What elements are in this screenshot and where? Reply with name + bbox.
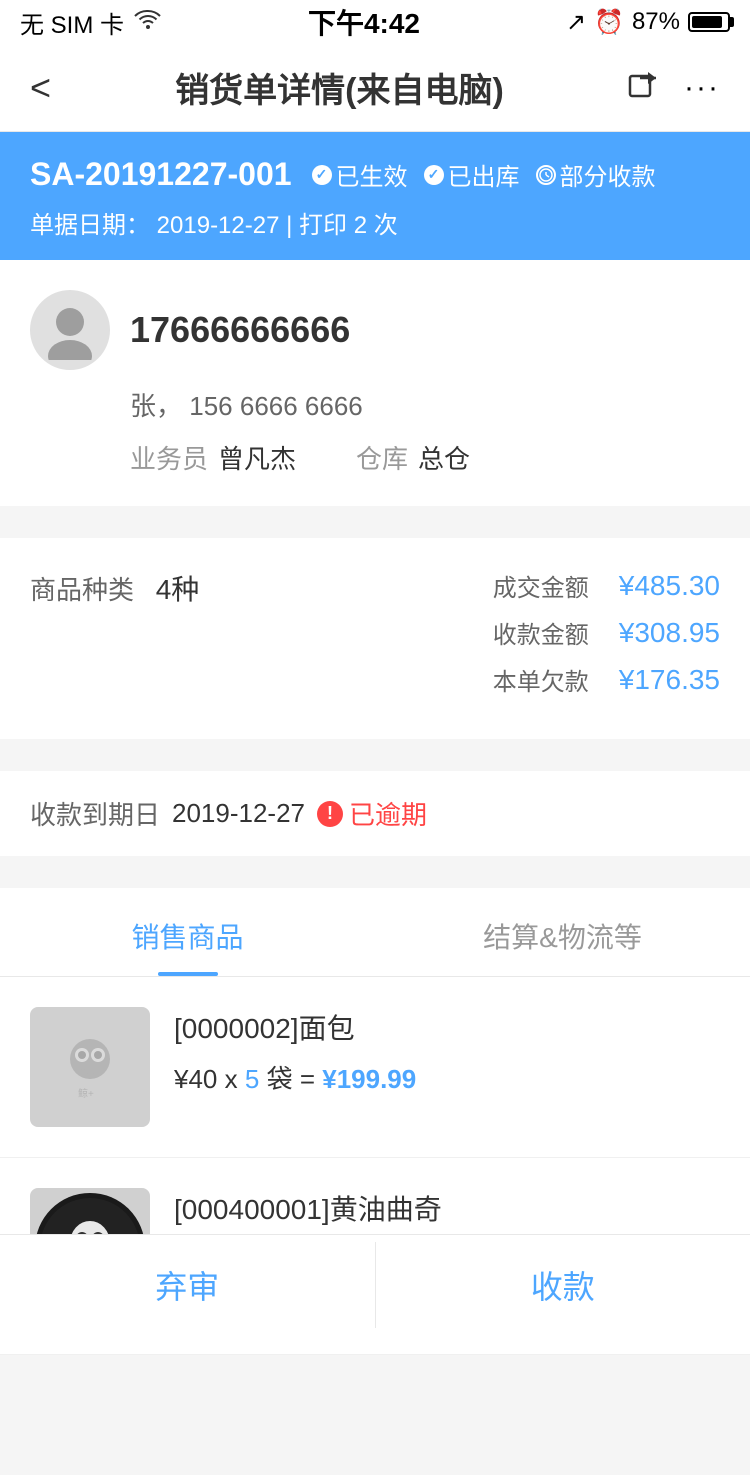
tabs-row: 销售商品 结算&物流等 [0, 888, 750, 977]
status-right: ↗ ⏰ 87% [566, 8, 730, 37]
check-icon-2: ✓ [424, 165, 444, 185]
product-name-1: [0000002]面包 [174, 1007, 720, 1047]
share-icon[interactable] [628, 68, 660, 108]
tabs-section: 销售商品 结算&物流等 [0, 888, 750, 977]
product-types: 商品种类 4种 [30, 568, 199, 608]
separator-3 [0, 856, 750, 872]
order-id: SA-20191227-001 [30, 156, 292, 193]
battery-icon [688, 12, 730, 32]
debt-value: ¥176.35 [619, 664, 720, 696]
clock-icon [536, 165, 556, 185]
deal-amount-value: ¥485.30 [619, 570, 720, 602]
header-banner: SA-20191227-001 ✓ 已生效 ✓ 已出库 部分收款 单据日期： 2… [0, 132, 750, 260]
nav-bar: < 销货单详情(来自电脑) ··· [0, 44, 750, 132]
page-title: 销货单详情(来自电脑) [175, 63, 504, 112]
stats-left: 商品种类 4种 [30, 568, 199, 616]
product-qty-1: 5 [245, 1064, 259, 1094]
warehouse-value: 总仓 [418, 439, 470, 476]
separator-2 [0, 755, 750, 771]
due-label: 收款到期日 [30, 795, 160, 832]
product-item-1: 鲸+ [0000002]面包 ¥40 x 5 袋 = ¥199.99 [0, 977, 750, 1158]
bottom-spacer [0, 1355, 750, 1475]
status-time: 下午4:42 [308, 2, 420, 42]
deal-amount-label: 成交金额 [493, 568, 589, 603]
debt-row: 本单欠款 ¥176.35 [493, 662, 720, 697]
stats-right: 成交金额 ¥485.30 收款金额 ¥308.95 本单欠款 ¥176.35 [493, 568, 720, 709]
debt-label: 本单欠款 [493, 662, 589, 697]
alarm-icon: ⏰ [594, 8, 624, 37]
wifi-icon [134, 8, 162, 36]
status-badge-active: ✓ 已生效 [312, 157, 408, 192]
product-info-1: [0000002]面包 ¥40 x 5 袋 = ¥199.99 [174, 1007, 720, 1096]
status-badge-partial: 部分收款 [536, 157, 656, 192]
status-badge-shipped: ✓ 已出库 [424, 157, 520, 192]
customer-phone: 17666666666 [130, 309, 350, 351]
customer-info: 张， 156 6666 6666 [130, 386, 720, 423]
tab-underline [158, 972, 218, 976]
bottom-bar: 弃审 收款 [0, 1234, 750, 1334]
product-total-1: ¥199.99 [322, 1064, 416, 1094]
carrier-label: 无 SIM 卡 [20, 5, 124, 40]
svg-text:鲸+: 鲸+ [78, 1087, 94, 1100]
customer-section: 17666666666 张， 156 6666 6666 业务员 曾凡杰 仓库 … [0, 260, 750, 506]
staff-value: 曾凡杰 [218, 439, 296, 476]
battery-percent: 87% [632, 8, 680, 36]
overdue-text: 已逾期 [349, 795, 427, 832]
stats-section: 商品种类 4种 成交金额 ¥485.30 收款金额 ¥308.95 本单欠款 ¥… [0, 538, 750, 739]
avatar [30, 290, 110, 370]
location-icon: ↗ [566, 8, 586, 37]
nav-actions: ··· [628, 68, 720, 108]
overdue-badge: ! 已逾期 [317, 795, 427, 832]
received-value: ¥308.95 [619, 617, 720, 649]
due-section: 收款到期日 2019-12-27 ! 已逾期 [0, 771, 750, 856]
cancel-button[interactable]: 弃审 [0, 1242, 376, 1328]
due-date-value: 2019-12-27 [172, 798, 305, 829]
check-icon-1: ✓ [312, 165, 332, 185]
product-name-2: [000400001]黄油曲奇 [174, 1188, 720, 1228]
customer-header-row: 17666666666 [30, 290, 720, 370]
status-bar: 无 SIM 卡 下午4:42 ↗ ⏰ 87% [0, 0, 750, 44]
more-icon[interactable]: ··· [684, 71, 720, 105]
status-left: 无 SIM 卡 [20, 5, 162, 40]
tab-settlement[interactable]: 结算&物流等 [375, 888, 750, 976]
product-thumb-1: 鲸+ [30, 1007, 150, 1127]
pay-button[interactable]: 收款 [376, 1242, 750, 1328]
back-button[interactable]: < [30, 67, 51, 109]
received-amount-row: 收款金额 ¥308.95 [493, 615, 720, 650]
overdue-icon: ! [317, 801, 343, 827]
staff-label: 业务员 [130, 439, 208, 476]
status-badges: ✓ 已生效 ✓ 已出库 部分收款 [312, 157, 656, 192]
separator-1 [0, 522, 750, 538]
tab-products[interactable]: 销售商品 [0, 888, 375, 976]
warehouse-label: 仓库 [356, 439, 408, 476]
deal-amount-row: 成交金额 ¥485.30 [493, 568, 720, 603]
product-price-1: ¥40 x 5 袋 = ¥199.99 [174, 1059, 720, 1096]
received-label: 收款金额 [493, 615, 589, 650]
banner-date-row: 单据日期： 2019-12-27 | 打印 2 次 [30, 205, 720, 240]
staff-row: 业务员 曾凡杰 仓库 总仓 [130, 439, 720, 476]
